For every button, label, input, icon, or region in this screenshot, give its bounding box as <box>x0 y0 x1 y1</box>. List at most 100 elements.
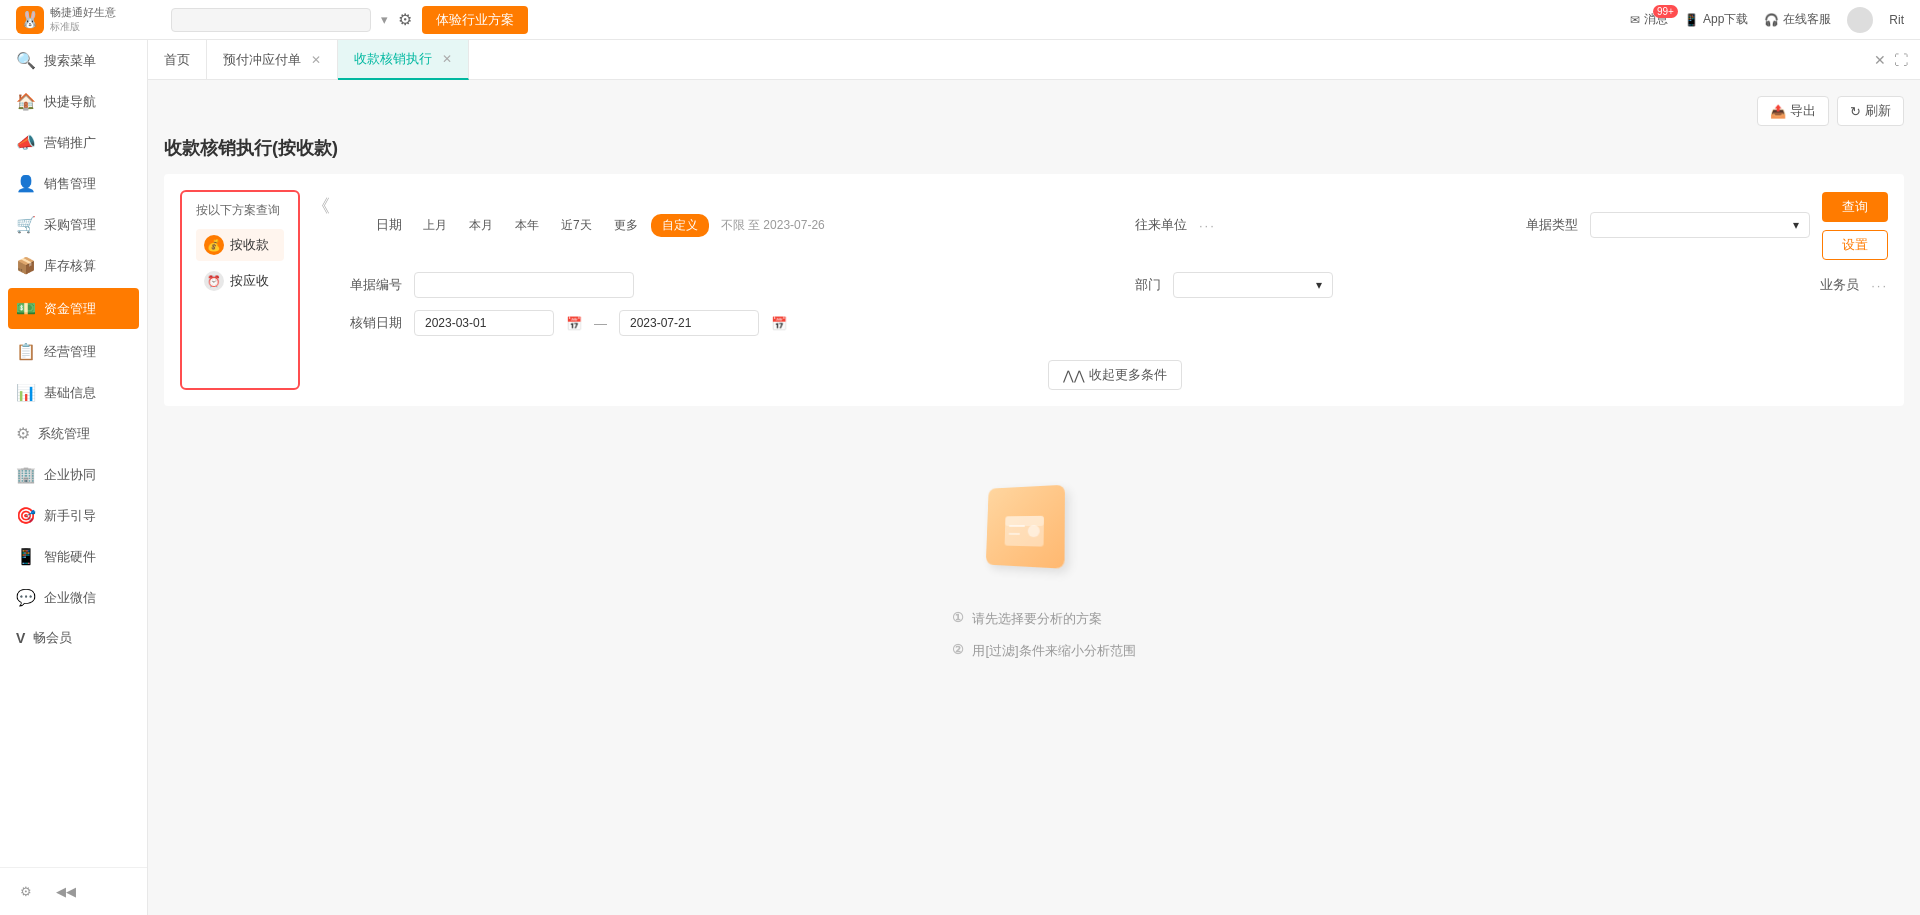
sidebar-item-system[interactable]: ⚙ 系统管理 <box>0 413 147 454</box>
settings-button[interactable]: 设置 <box>1822 230 1888 260</box>
query-button[interactable]: 查询 <box>1822 192 1888 222</box>
online-service-link[interactable]: 🎧 在线客服 <box>1764 11 1831 28</box>
sidebar-item-member[interactable]: V 畅会员 <box>0 618 147 658</box>
verify-date-end-input[interactable] <box>619 310 759 336</box>
verify-start-calendar-icon[interactable]: 📅 <box>566 316 582 331</box>
filter-row-3: 核销日期 📅 — 📅 <box>342 310 1888 336</box>
app-download-link[interactable]: 📱 App下载 <box>1684 11 1748 28</box>
custom-date-btn[interactable]: 自定义 <box>651 214 709 237</box>
header-right: ✉ 消息 99+ 📱 App下载 🎧 在线客服 Rit <box>1630 7 1904 33</box>
header-gear-icon[interactable]: ⚙ <box>398 10 412 29</box>
action-bar: 📤 导出 ↻ 刷新 <box>164 96 1904 126</box>
sidebar-item-guide[interactable]: 🎯 新手引导 <box>0 495 147 536</box>
sidebar-item-hardware[interactable]: 📱 智能硬件 <box>0 536 147 577</box>
settings-icon: ⚙ <box>20 884 32 899</box>
sidebar-bottom: ⚙ ◀◀ <box>0 867 147 915</box>
tab-prepay[interactable]: 预付冲应付单 ✕ <box>207 40 338 80</box>
last-month-btn[interactable]: 上月 <box>414 214 456 237</box>
counterpart-more-btn[interactable]: ··· <box>1199 218 1216 233</box>
filter-row-2: 单据编号 部门 ▾ 业务员 ··· <box>342 272 1888 298</box>
refresh-button[interactable]: ↻ 刷新 <box>1837 96 1904 126</box>
home-icon: 🏠 <box>16 92 36 111</box>
main-layout: 🔍 搜索菜单 🏠 快捷导航 📣 营销推广 👤 销售管理 🛒 采购管理 📦 库存核… <box>0 40 1920 915</box>
date-label: 日期 <box>342 216 402 234</box>
sidebar-item-sales[interactable]: 👤 销售管理 <box>0 163 147 204</box>
tab-collection[interactable]: 收款核销执行 ✕ <box>338 40 469 80</box>
collapse-more-conditions-button[interactable]: ⋀⋀ 收起更多条件 <box>1048 360 1182 390</box>
tab-home[interactable]: 首页 <box>148 40 207 80</box>
cart-icon: 🛒 <box>16 215 36 234</box>
sidebar-item-business[interactable]: 📋 经营管理 <box>0 331 147 372</box>
clerk-label: 业务员 <box>1799 276 1859 294</box>
panel-collapse-button[interactable]: 《 <box>312 190 330 390</box>
sidebar: 🔍 搜索菜单 🏠 快捷导航 📣 营销推广 👤 销售管理 🛒 采购管理 📦 库存核… <box>0 40 148 915</box>
verify-date-label: 核销日期 <box>342 314 402 332</box>
header-dropdown-icon[interactable]: ▾ <box>381 12 388 27</box>
tab-collection-close[interactable]: ✕ <box>442 40 452 79</box>
megaphone-icon: 📣 <box>16 133 36 152</box>
svg-rect-1 <box>1005 516 1044 526</box>
sidebar-item-marketing[interactable]: 📣 营销推广 <box>0 122 147 163</box>
chevron-left-icon: 《 <box>312 194 330 218</box>
filter-actions: 查询 设置 <box>1822 190 1888 260</box>
page-content: 📤 导出 ↻ 刷新 收款核销执行(按收款) 按以下方案查询 💰 按收款 <box>148 80 1920 915</box>
guide-icon: 🎯 <box>16 506 36 525</box>
empty-state: ① 请先选择要分析的方案 ② 用[过滤]条件来缩小分析范围 <box>164 406 1904 744</box>
message-icon: ✉ <box>1630 13 1640 27</box>
last-7days-btn[interactable]: 近7天 <box>552 214 601 237</box>
sidebar-item-search[interactable]: 🔍 搜索菜单 <box>0 40 147 81</box>
clipboard-icon: 📋 <box>16 342 36 361</box>
more-date-btn[interactable]: 更多 <box>605 214 647 237</box>
filter-option-by-receivable[interactable]: ⏰ 按应收 <box>196 265 284 297</box>
finance-icon: 💵 <box>16 299 36 318</box>
sidebar-collapse-btn[interactable]: ◀◀ <box>48 880 84 903</box>
filter-option-by-receipt[interactable]: 💰 按收款 <box>196 229 284 261</box>
doc-no-input[interactable] <box>414 272 634 298</box>
system-icon: ⚙ <box>16 424 30 443</box>
empty-illustration <box>984 486 1084 586</box>
wechat-icon: 💬 <box>16 588 36 607</box>
chevron-up-icon: ⋀⋀ <box>1063 368 1085 383</box>
sidebar-item-collab[interactable]: 🏢 企业协同 <box>0 454 147 495</box>
this-year-btn[interactable]: 本年 <box>506 214 548 237</box>
tab-maximize-icon[interactable]: ⛶ <box>1894 52 1908 68</box>
industry-solution-button[interactable]: 体验行业方案 <box>422 6 528 34</box>
search-icon: 🔍 <box>16 51 36 70</box>
filter-section: 按以下方案查询 💰 按收款 ⏰ 按应收 《 <box>164 174 1904 406</box>
app-title: 畅捷通好生意 <box>50 5 116 20</box>
refresh-icon: ↻ <box>1850 104 1861 119</box>
tab-close-all-icon[interactable]: ✕ <box>1874 52 1886 68</box>
message-area[interactable]: ✉ 消息 99+ <box>1630 11 1668 28</box>
content-area: 首页 预付冲应付单 ✕ 收款核销执行 ✕ ✕ ⛶ 📤 导出 <box>148 40 1920 915</box>
empty-hint-2: ② 用[过滤]条件来缩小分析范围 <box>952 642 1135 660</box>
doc-type-select[interactable]: ▾ <box>1590 212 1810 238</box>
member-icon: V <box>16 630 25 646</box>
filter-right-form: 日期 上月 本月 本年 近7天 更多 自定义 不限 至 2023-07-26 往… <box>342 190 1888 390</box>
tab-prepay-close[interactable]: ✕ <box>311 40 321 80</box>
sidebar-item-basic[interactable]: 📊 基础信息 <box>0 372 147 413</box>
filter-panel-title: 按以下方案查询 <box>196 202 284 219</box>
date-range-display: 不限 至 2023-07-26 <box>721 217 825 234</box>
page-title: 收款核销执行(按收款) <box>164 136 1904 160</box>
sidebar-item-purchase[interactable]: 🛒 采购管理 <box>0 204 147 245</box>
export-button[interactable]: 📤 导出 <box>1757 96 1829 126</box>
header-search-input[interactable] <box>171 8 371 32</box>
doc-type-dropdown-icon: ▾ <box>1793 218 1799 232</box>
sidebar-settings-btn[interactable]: ⚙ <box>12 880 40 903</box>
verify-end-calendar-icon[interactable]: 📅 <box>771 316 787 331</box>
verify-date-start-input[interactable] <box>414 310 554 336</box>
user-name: Rit <box>1889 13 1904 27</box>
tab-bar: 首页 预付冲应付单 ✕ 收款核销执行 ✕ ✕ ⛶ <box>148 40 1920 80</box>
sidebar-item-inventory[interactable]: 📦 库存核算 <box>0 245 147 286</box>
sidebar-item-nav[interactable]: 🏠 快捷导航 <box>0 81 147 122</box>
dept-select[interactable]: ▾ <box>1173 272 1333 298</box>
dept-dropdown-icon: ▾ <box>1316 278 1322 292</box>
hardware-icon: 📱 <box>16 547 36 566</box>
sidebar-item-wechat[interactable]: 💬 企业微信 <box>0 577 147 618</box>
clerk-more-btn[interactable]: ··· <box>1871 278 1888 293</box>
collapse-icon: ◀◀ <box>56 884 76 899</box>
user-avatar[interactable] <box>1847 7 1873 33</box>
sidebar-item-finance[interactable]: 💵 资金管理 <box>8 288 139 329</box>
this-month-btn[interactable]: 本月 <box>460 214 502 237</box>
building-icon: 🏢 <box>16 465 36 484</box>
